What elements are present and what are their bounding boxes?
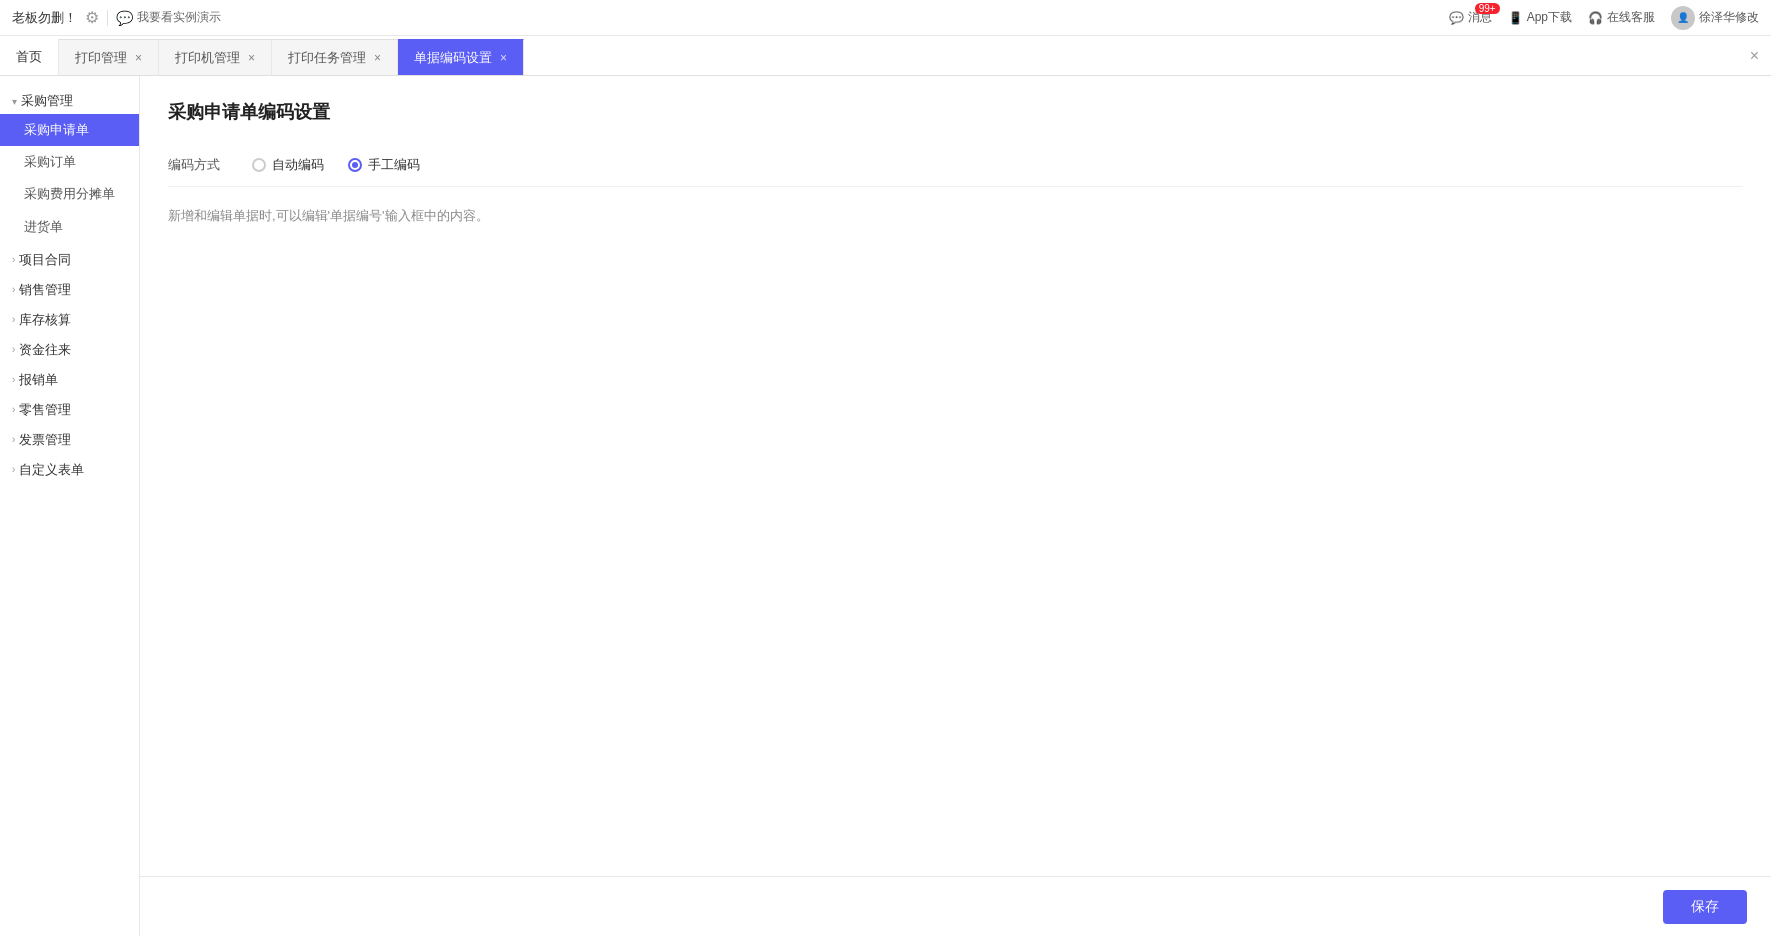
reimbursement-group-label: 报销单 [19,371,58,389]
tab-printer-management-label: 打印机管理 [175,49,240,67]
project-group-arrow: › [12,254,15,265]
sales-group-arrow: › [12,284,15,295]
top-bar-left: 老板勿删！ ⚙ 我要看实例演示 [12,8,221,27]
sidebar-group-purchase[interactable]: ▾ 采购管理 [0,84,139,114]
radio-manual-circle [348,158,362,172]
tab-barcode-setting[interactable]: 单据编码设置 × [398,39,524,75]
user-name: 徐泽华修改 [1699,9,1759,26]
project-group-label: 项目合同 [19,251,71,269]
retail-group-arrow: › [12,404,15,415]
content-area: 采购申请单编码设置 编码方式 自动编码 手工编码 新增和编辑单据时,可以编辑'单… [140,76,1771,936]
demo-link[interactable]: 我要看实例演示 [116,9,221,26]
service-icon: 🎧 [1588,11,1603,25]
page-title: 采购申请单编码设置 [168,100,1743,124]
message-button[interactable]: 💬 消息 99+ [1449,9,1492,26]
tab-bar-close-all[interactable]: × [1738,47,1771,65]
purchase-group-arrow: ▾ [12,96,17,107]
tab-print-task-close[interactable]: × [374,51,381,65]
sidebar-item-purchase-expense-label: 采购费用分摊单 [24,186,115,201]
tab-print-management-label: 打印管理 [75,49,127,67]
radio-auto-label: 自动编码 [272,156,324,174]
service-label: 在线客服 [1607,9,1655,26]
sidebar-group-inventory[interactable]: › 库存核算 [0,303,139,333]
sidebar-item-purchase-request[interactable]: 采购申请单 [0,114,139,146]
inventory-group-arrow: › [12,314,15,325]
sidebar-group-invoice[interactable]: › 发票管理 [0,423,139,453]
tab-barcode-setting-close[interactable]: × [500,51,507,65]
save-button[interactable]: 保存 [1663,890,1747,924]
tab-bar: 首页 打印管理 × 打印机管理 × 打印任务管理 × 单据编码设置 × × [0,36,1771,76]
custom-form-group-label: 自定义表单 [19,461,84,479]
sidebar: ▾ 采购管理 采购申请单 采购订单 采购费用分摊单 进货单 › 项目合同 › 销… [0,76,140,936]
app-label: App下载 [1527,9,1572,26]
invoice-group-arrow: › [12,434,15,445]
sidebar-item-purchase-request-label: 采购申请单 [24,122,89,137]
tab-print-task-label: 打印任务管理 [288,49,366,67]
finance-group-label: 资金往来 [19,341,71,359]
app-icon: 📱 [1508,11,1523,25]
encoding-label: 编码方式 [168,156,228,174]
reimbursement-group-arrow: › [12,374,15,385]
tab-print-task[interactable]: 打印任务管理 × [272,39,398,75]
settings-icon[interactable]: ⚙ [85,8,99,27]
sidebar-item-purchase-goods[interactable]: 进货单 [0,211,139,243]
user-avatar: 👤 [1671,6,1695,30]
sidebar-group-reimbursement[interactable]: › 报销单 [0,363,139,393]
tab-printer-management[interactable]: 打印机管理 × [159,39,272,75]
sidebar-group-custom-form[interactable]: › 自定义表单 [0,453,139,483]
encoding-row: 编码方式 自动编码 手工编码 [168,144,1743,187]
inventory-group-label: 库存核算 [19,311,71,329]
app-title: 老板勿删！ [12,9,77,27]
sales-group-label: 销售管理 [19,281,71,299]
radio-manual[interactable]: 手工编码 [348,156,420,174]
message-icon: 💬 [1449,11,1464,25]
sidebar-item-purchase-order-label: 采购订单 [24,154,76,169]
hint-text: 新增和编辑单据时,可以编辑'单据编号'输入框中的内容。 [168,207,1743,225]
sidebar-group-finance[interactable]: › 资金往来 [0,333,139,363]
invoice-group-label: 发票管理 [19,431,71,449]
sidebar-group-project[interactable]: › 项目合同 [0,243,139,273]
app-download-button[interactable]: 📱 App下载 [1508,9,1572,26]
tab-barcode-setting-label: 单据编码设置 [414,49,492,67]
radio-manual-label: 手工编码 [368,156,420,174]
bottom-bar: 保存 [140,876,1771,936]
sidebar-item-purchase-expense[interactable]: 采购费用分摊单 [0,178,139,210]
tab-home-label: 首页 [16,48,42,66]
sidebar-group-retail[interactable]: › 零售管理 [0,393,139,423]
demo-text: 我要看实例演示 [137,9,221,26]
retail-group-label: 零售管理 [19,401,71,419]
top-bar: 老板勿删！ ⚙ 我要看实例演示 💬 消息 99+ 📱 App下载 🎧 在线客服 … [0,0,1771,36]
tab-print-management-close[interactable]: × [135,51,142,65]
tab-print-management[interactable]: 打印管理 × [59,39,159,75]
radio-auto[interactable]: 自动编码 [252,156,324,174]
sidebar-item-purchase-goods-label: 进货单 [24,219,63,234]
top-bar-right: 💬 消息 99+ 📱 App下载 🎧 在线客服 👤 徐泽华修改 [1449,6,1759,30]
finance-group-arrow: › [12,344,15,355]
radio-auto-circle [252,158,266,172]
content-inner: 采购申请单编码设置 编码方式 自动编码 手工编码 新增和编辑单据时,可以编辑'单… [140,76,1771,876]
tab-home[interactable]: 首页 [0,39,59,75]
online-service-button[interactable]: 🎧 在线客服 [1588,9,1655,26]
main-layout: ▾ 采购管理 采购申请单 采购订单 采购费用分摊单 进货单 › 项目合同 › 销… [0,76,1771,936]
sidebar-group-sales[interactable]: › 销售管理 [0,273,139,303]
divider [107,10,108,26]
message-badge: 99+ [1475,3,1500,14]
purchase-group-label: 采购管理 [21,92,73,110]
user-profile-button[interactable]: 👤 徐泽华修改 [1671,6,1759,30]
sidebar-item-purchase-order[interactable]: 采购订单 [0,146,139,178]
tab-printer-management-close[interactable]: × [248,51,255,65]
custom-form-group-arrow: › [12,464,15,475]
